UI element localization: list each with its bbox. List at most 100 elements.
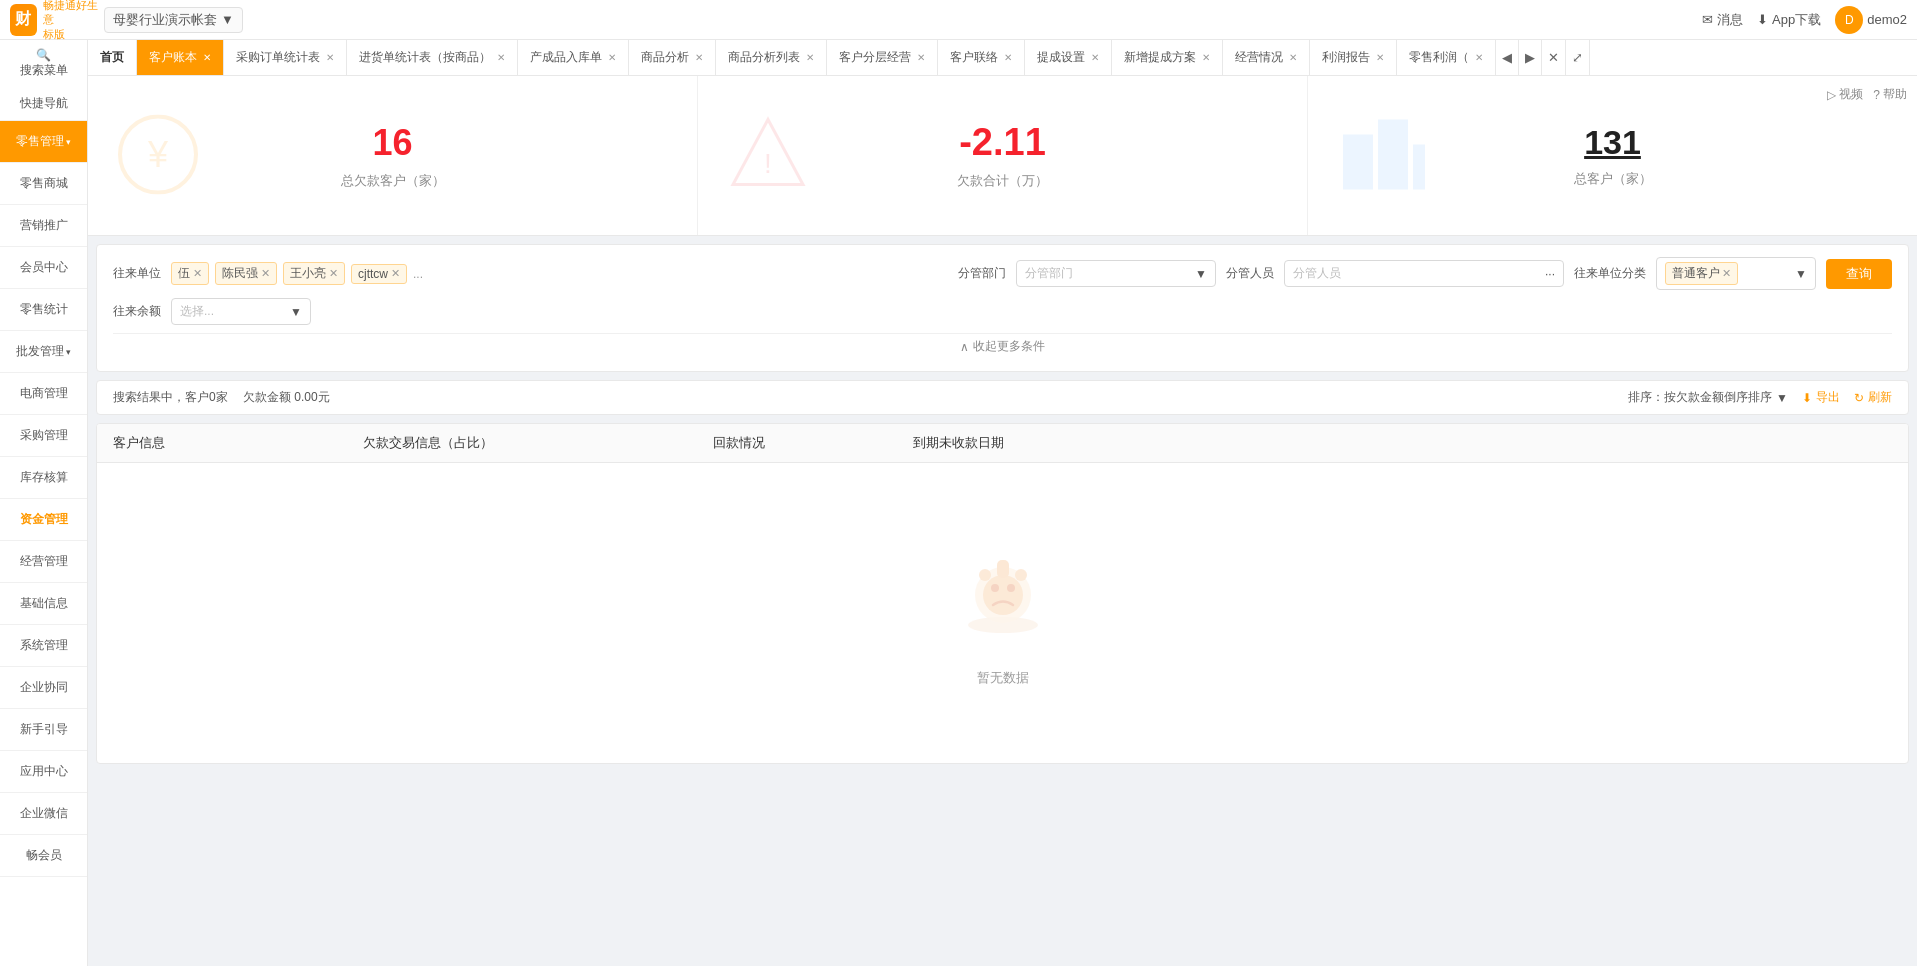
tab-profit-report[interactable]: 利润报告 ✕ xyxy=(1310,40,1397,76)
unit-tag-cjttcw-close[interactable]: ✕ xyxy=(391,267,400,280)
export-button[interactable]: ⬇ 导出 xyxy=(1802,389,1840,406)
sidebar-item-enterprise-wechat[interactable]: 企业微信 xyxy=(0,793,87,835)
sidebar-item-purchase-mgmt[interactable]: 采购管理 xyxy=(0,415,87,457)
unit-type-tag[interactable]: 普通客户 ✕ xyxy=(1665,262,1738,285)
tab-product-analysis-list[interactable]: 商品分析列表 ✕ xyxy=(716,40,827,76)
filter-bar: 往来单位 伍 ✕ 陈民强 ✕ 王小亮 ✕ xyxy=(96,244,1909,372)
query-button[interactable]: 查询 xyxy=(1826,259,1892,289)
tab-close-customer-tier[interactable]: ✕ xyxy=(917,52,925,63)
stat-debit-label: 总欠款客户（家） xyxy=(341,172,445,190)
person-filter-select[interactable]: 分管人员 ··· xyxy=(1284,260,1564,287)
tab-close-purchase-order[interactable]: ✕ xyxy=(326,52,334,63)
unit-tag-chen[interactable]: 陈民强 ✕ xyxy=(215,262,277,285)
help-icon: ? xyxy=(1873,88,1880,102)
sidebar-item-enterprise-coop[interactable]: 企业协同 xyxy=(0,667,87,709)
sidebar-item-quick-nav[interactable]: 快捷导航 xyxy=(0,87,87,121)
sidebar-item-member-center[interactable]: 会员中心 xyxy=(0,247,87,289)
tab-close-retail-profit[interactable]: ✕ xyxy=(1475,52,1483,63)
play-icon: ▷ xyxy=(1827,88,1836,102)
unit-tag-chen-close[interactable]: ✕ xyxy=(261,267,270,280)
message-icon: ✉ xyxy=(1702,12,1713,27)
sidebar-item-basic-info[interactable]: 基础信息 xyxy=(0,583,87,625)
sidebar-item-ecommerce-mgmt[interactable]: 电商管理 xyxy=(0,373,87,415)
sidebar-item-retail-mgmt[interactable]: 零售管理 ▾ xyxy=(0,121,87,163)
result-info-left: 搜索结果中，客户0家 欠款金额 0.00元 xyxy=(113,389,330,406)
sidebar-item-retail-stat[interactable]: 零售统计 xyxy=(0,289,87,331)
unit-tags-more[interactable]: ... xyxy=(413,267,423,281)
sidebar-item-operations-mgmt[interactable]: 经营管理 xyxy=(0,541,87,583)
table-col-due-date: 到期未收款日期 xyxy=(913,434,1892,452)
unit-type-filter-select[interactable]: 普通客户 ✕ ▼ xyxy=(1656,257,1816,290)
sidebar-item-capital-mgmt[interactable]: 资金管理 xyxy=(0,499,87,541)
sort-button[interactable]: 排序：按欠款金额倒序排序 ▼ xyxy=(1628,389,1788,406)
logo-area[interactable]: 财 畅捷通好生意 标版 xyxy=(10,0,98,41)
unit-tag-wang-close[interactable]: ✕ xyxy=(329,267,338,280)
help-link[interactable]: ? 帮助 xyxy=(1873,86,1907,103)
unit-tag-wang[interactable]: 王小亮 ✕ xyxy=(283,262,345,285)
tab-close-all[interactable]: ✕ xyxy=(1542,40,1566,76)
sidebar-item-wholesale-mgmt[interactable]: 批发管理 ▾ xyxy=(0,331,87,373)
tab-nav-right[interactable]: ▶ xyxy=(1519,40,1542,76)
tab-close-purchase-stat[interactable]: ✕ xyxy=(497,52,505,63)
unit-tag-wu-close[interactable]: ✕ xyxy=(193,267,202,280)
stat-bg-warning-icon: ! xyxy=(728,114,808,194)
tab-new-suggest[interactable]: 新增提成方案 ✕ xyxy=(1112,40,1223,76)
tab-close-customer-contact[interactable]: ✕ xyxy=(1004,52,1012,63)
svg-point-13 xyxy=(979,569,991,581)
app-download-button[interactable]: ⬇ App下载 xyxy=(1757,11,1821,29)
sidebar-item-vip-member[interactable]: 畅会员 xyxy=(0,835,87,877)
result-info: 搜索结果中，客户0家 欠款金额 0.00元 排序：按欠款金额倒序排序 ▼ ⬇ 导… xyxy=(96,380,1909,415)
sidebar-item-marketing[interactable]: 营销推广 xyxy=(0,205,87,247)
tab-close-product-analysis[interactable]: ✕ xyxy=(695,52,703,63)
stat-bg-building-icon xyxy=(1338,114,1428,194)
sidebar-item-search[interactable]: 🔍 搜索菜单 xyxy=(0,40,87,87)
tab-close-accounts[interactable]: ✕ xyxy=(203,52,211,63)
tab-purchase-order[interactable]: 采购订单统计表 ✕ xyxy=(224,40,347,76)
stat-total-customers-label: 总客户（家） xyxy=(1574,170,1652,188)
sidebar-item-new-guide[interactable]: 新手引导 xyxy=(0,709,87,751)
dept-filter-label: 分管部门 xyxy=(958,265,1006,282)
unit-type-tag-close[interactable]: ✕ xyxy=(1722,267,1731,280)
video-link[interactable]: ▷ 视频 xyxy=(1827,86,1863,103)
stat-debit-total-number: -2.11 xyxy=(959,121,1046,164)
collapse-button[interactable]: ∧ 收起更多条件 xyxy=(113,333,1892,359)
tab-suggest-settings[interactable]: 提成设置 ✕ xyxy=(1025,40,1112,76)
user-menu[interactable]: D demo2 xyxy=(1835,6,1907,34)
tab-customer-contact[interactable]: 客户联络 ✕ xyxy=(938,40,1025,76)
unit-tag-wu[interactable]: 伍 ✕ xyxy=(171,262,209,285)
tab-nav-left[interactable]: ◀ xyxy=(1496,40,1519,76)
logo-text: 畅捷通好生意 标版 xyxy=(43,0,98,41)
tab-close-profit-report[interactable]: ✕ xyxy=(1376,52,1384,63)
dept-filter-select[interactable]: 分管部门 ▼ xyxy=(1016,260,1216,287)
tab-expand[interactable]: ⤢ xyxy=(1566,40,1590,76)
tab-close-suggest-settings[interactable]: ✕ xyxy=(1091,52,1099,63)
top-bar-right: ✉ 消息 ⬇ App下载 D demo2 xyxy=(1702,6,1907,34)
svg-rect-4 xyxy=(1343,134,1373,189)
sidebar-item-inventory[interactable]: 库存核算 xyxy=(0,457,87,499)
stat-top-right-actions: ▷ 视频 ? 帮助 xyxy=(1827,86,1907,103)
stat-debit-number: 16 xyxy=(372,122,412,164)
sidebar-item-system-mgmt[interactable]: 系统管理 xyxy=(0,625,87,667)
tab-product-analysis[interactable]: 商品分析 ✕ xyxy=(629,40,716,76)
refresh-button[interactable]: ↻ 刷新 xyxy=(1854,389,1892,406)
sidebar-item-app-center[interactable]: 应用中心 xyxy=(0,751,87,793)
tab-purchase-stat[interactable]: 进货单统计表（按商品） ✕ xyxy=(347,40,518,76)
balance-filter-select[interactable]: 选择... ▼ xyxy=(171,298,311,325)
tab-close-operations[interactable]: ✕ xyxy=(1289,52,1297,63)
tab-retail-profit[interactable]: 零售利润（ ✕ xyxy=(1397,40,1496,76)
tab-operations[interactable]: 经营情况 ✕ xyxy=(1223,40,1310,76)
tab-close-product-analysis-list[interactable]: ✕ xyxy=(806,52,814,63)
tab-home[interactable]: 首页 xyxy=(88,40,137,76)
unit-tag-cjttcw[interactable]: cjttcw ✕ xyxy=(351,264,407,284)
tab-product-in[interactable]: 产成品入库单 ✕ xyxy=(518,40,629,76)
message-button[interactable]: ✉ 消息 xyxy=(1702,11,1743,29)
tab-accounts[interactable]: 客户账本 ✕ xyxy=(137,40,224,76)
unit-type-dropdown-icon: ▼ xyxy=(1795,267,1807,281)
unit-filter-label: 往来单位 xyxy=(113,265,161,282)
tab-close-new-suggest[interactable]: ✕ xyxy=(1202,52,1210,63)
tab-customer-tier[interactable]: 客户分层经营 ✕ xyxy=(827,40,938,76)
industry-selector[interactable]: 母婴行业演示帐套 ▼ xyxy=(104,7,243,33)
tab-close-product-in[interactable]: ✕ xyxy=(608,52,616,63)
sidebar-item-retail-mall[interactable]: 零售商城 xyxy=(0,163,87,205)
unit-filter-tags: 伍 ✕ 陈民强 ✕ 王小亮 ✕ cjttcw ✕ xyxy=(171,262,948,285)
